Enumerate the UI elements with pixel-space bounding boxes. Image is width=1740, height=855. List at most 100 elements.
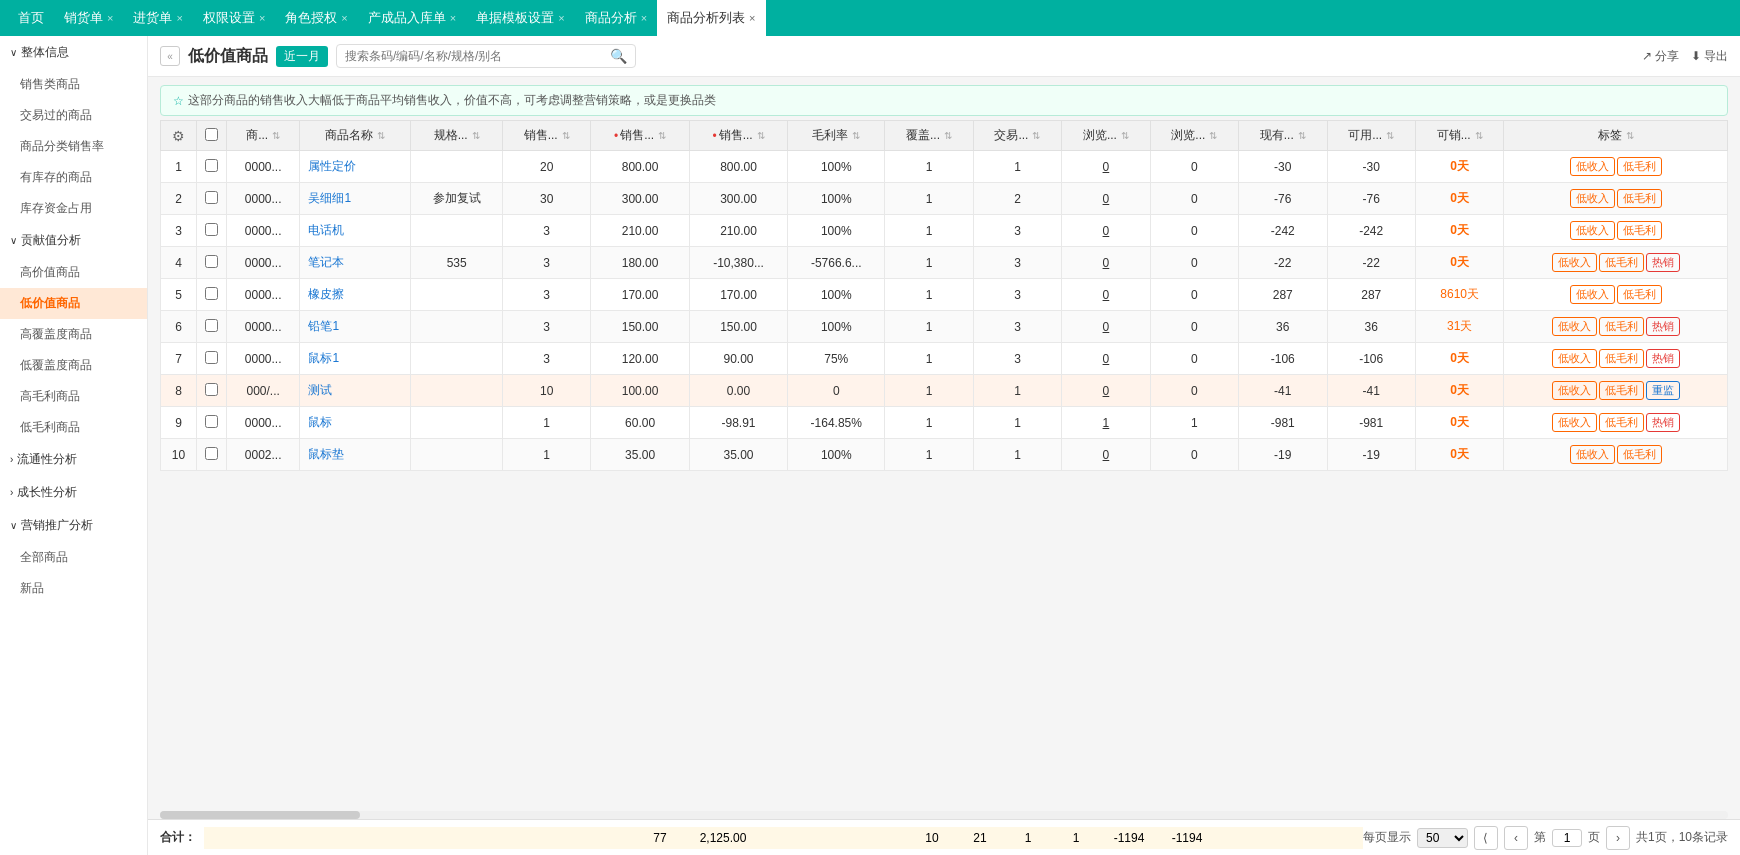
row-browse1[interactable]: 0 [1062,375,1150,407]
browse-link[interactable]: 0 [1103,288,1110,302]
sidebar-item[interactable]: 新品 [0,573,147,604]
row-browse1[interactable]: 1 [1062,407,1150,439]
nav-item[interactable]: 进货单× [123,0,192,36]
row-checkbox-cell[interactable] [196,215,226,247]
row-browse1[interactable]: 0 [1062,279,1150,311]
close-icon[interactable]: × [259,12,265,24]
scrollbar-thumb[interactable] [160,811,360,819]
browse-link[interactable]: 0 [1103,192,1110,206]
sidebar-item[interactable]: 低价值商品 [0,288,147,319]
sidebar-item[interactable]: 有库存的商品 [0,162,147,193]
page-size-select[interactable]: 50 100 200 [1417,828,1468,848]
row-checkbox[interactable] [205,191,218,204]
sidebar-section-header[interactable]: ∨营销推广分析 [0,509,147,542]
row-checkbox-cell[interactable] [196,151,226,183]
row-name[interactable]: 笔记本 [300,247,411,279]
sort-icon[interactable]: ⇅ [1298,130,1306,141]
row-checkbox[interactable] [205,287,218,300]
sort-icon[interactable]: ⇅ [852,130,860,141]
row-name[interactable]: 鼠标垫 [300,439,411,471]
sidebar-item[interactable]: 交易过的商品 [0,100,147,131]
sort-icon[interactable]: ⇅ [944,130,952,141]
sort-icon[interactable]: ⇅ [757,130,765,141]
sort-icon[interactable]: ⇅ [472,130,480,141]
row-browse1[interactable]: 0 [1062,247,1150,279]
row-browse1[interactable]: 0 [1062,311,1150,343]
sidebar-item[interactable]: 低覆盖度商品 [0,350,147,381]
horizontal-scrollbar[interactable] [160,811,1728,819]
row-checkbox-cell[interactable] [196,279,226,311]
date-tag[interactable]: 近一月 [276,46,328,67]
row-browse1[interactable]: 0 [1062,215,1150,247]
close-icon[interactable]: × [450,12,456,24]
settings-icon[interactable]: ⚙ [172,128,185,144]
sidebar-item[interactable]: 低毛利商品 [0,412,147,443]
browse-link[interactable]: 0 [1103,256,1110,270]
close-icon[interactable]: × [341,12,347,24]
page-next-button[interactable]: › [1606,826,1630,850]
browse-link[interactable]: 0 [1103,448,1110,462]
close-icon[interactable]: × [176,12,182,24]
browse-link[interactable]: 0 [1103,384,1110,398]
row-checkbox[interactable] [205,159,218,172]
row-name[interactable]: 鼠标 [300,407,411,439]
browse-link[interactable]: 0 [1103,224,1110,238]
sort-icon[interactable]: ⇅ [1121,130,1129,141]
page-number-input[interactable] [1552,829,1582,847]
sort-icon[interactable]: ⇅ [272,130,280,141]
nav-item[interactable]: 产成品入库单× [358,0,466,36]
search-bar[interactable]: 🔍 [336,44,636,68]
sidebar-section-header[interactable]: ›流通性分析 [0,443,147,476]
close-icon[interactable]: × [749,12,755,24]
row-name[interactable]: 吴细细1 [300,183,411,215]
row-name[interactable]: 铅笔1 [300,311,411,343]
nav-item[interactable]: 商品分析× [575,0,657,36]
sort-icon[interactable]: ⇅ [562,130,570,141]
collapse-button[interactable]: « [160,46,180,66]
sidebar-item[interactable]: 库存资金占用 [0,193,147,224]
row-name[interactable]: 橡皮擦 [300,279,411,311]
row-browse1[interactable]: 0 [1062,151,1150,183]
sidebar-item[interactable]: 商品分类销售率 [0,131,147,162]
select-all-checkbox[interactable] [205,128,218,141]
row-checkbox-cell[interactable] [196,311,226,343]
row-browse1[interactable]: 0 [1062,183,1150,215]
sort-icon[interactable]: ⇅ [1626,130,1634,141]
browse-link[interactable]: 0 [1103,352,1110,366]
nav-item[interactable]: 首页 [8,0,54,36]
table-wrap[interactable]: ⚙ 商...⇅ 商品名称⇅ 规格...⇅ 销售...⇅ •销售...⇅ •销售.… [160,120,1728,811]
row-checkbox[interactable] [205,255,218,268]
sidebar-item[interactable]: 销售类商品 [0,69,147,100]
close-icon[interactable]: × [641,12,647,24]
sort-icon[interactable]: ⇅ [377,130,385,141]
col-checkbox[interactable] [196,121,226,151]
sidebar-section-header[interactable]: ›成长性分析 [0,476,147,509]
row-name[interactable]: 测试 [300,375,411,407]
sort-icon[interactable]: ⇅ [658,130,666,141]
page-first-button[interactable]: ⟨ [1474,826,1498,850]
sidebar-section-header[interactable]: ∨贡献值分析 [0,224,147,257]
row-name[interactable]: 鼠标1 [300,343,411,375]
row-browse1[interactable]: 0 [1062,343,1150,375]
sidebar-item[interactable]: 高价值商品 [0,257,147,288]
row-checkbox-cell[interactable] [196,247,226,279]
row-checkbox-cell[interactable] [196,439,226,471]
row-checkbox[interactable] [205,319,218,332]
row-browse1[interactable]: 0 [1062,439,1150,471]
page-prev-button[interactable]: ‹ [1504,826,1528,850]
close-icon[interactable]: × [107,12,113,24]
export-button[interactable]: ⬇ 导出 [1691,48,1728,65]
nav-item[interactable]: 销货单× [54,0,123,36]
close-icon[interactable]: × [558,12,564,24]
sort-icon[interactable]: ⇅ [1386,130,1394,141]
row-name[interactable]: 电话机 [300,215,411,247]
sidebar-item[interactable]: 高毛利商品 [0,381,147,412]
sort-icon[interactable]: ⇅ [1475,130,1483,141]
row-checkbox[interactable] [205,223,218,236]
row-checkbox[interactable] [205,447,218,460]
search-input[interactable] [345,49,610,63]
browse-link[interactable]: 0 [1103,160,1110,174]
row-checkbox[interactable] [205,351,218,364]
nav-item[interactable]: 角色授权× [275,0,357,36]
row-checkbox-cell[interactable] [196,375,226,407]
